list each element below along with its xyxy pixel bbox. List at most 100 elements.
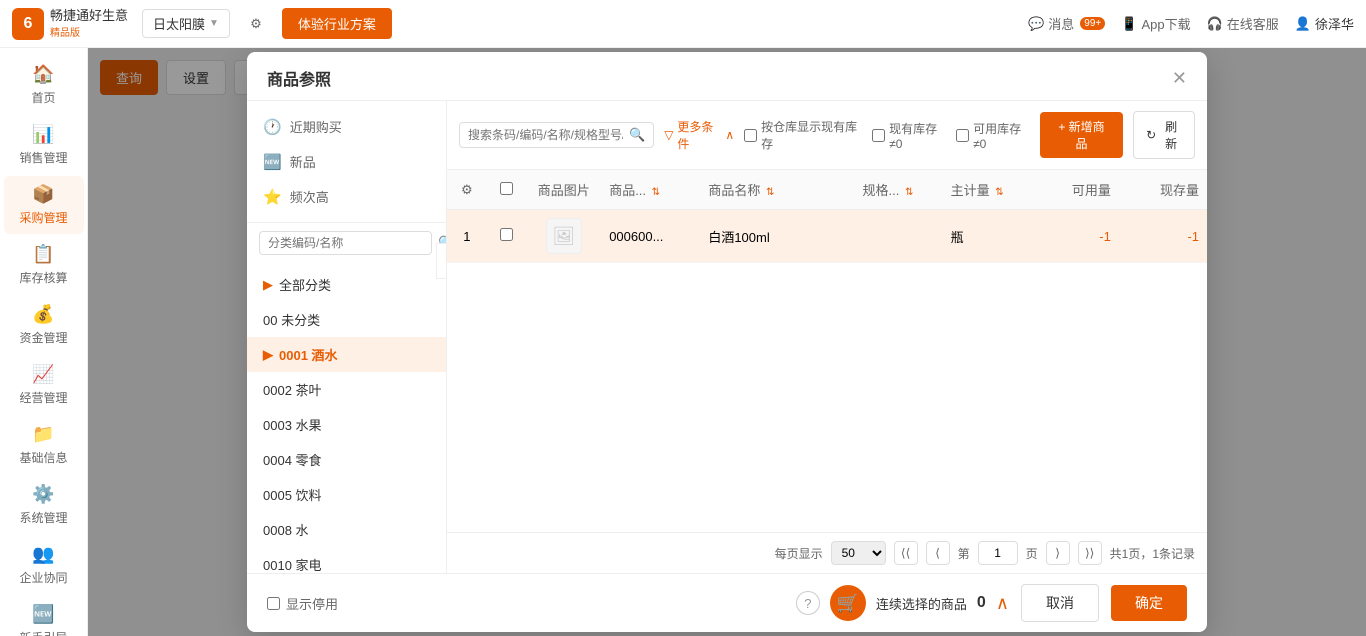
sidebar-item-operations[interactable]: 📈 经营管理 bbox=[4, 356, 84, 414]
system-icon: ⚙️ bbox=[32, 484, 54, 505]
sidebar-item-purchase[interactable]: 📦 采购管理 bbox=[4, 176, 84, 234]
row-unit: 瓶 bbox=[943, 210, 1031, 263]
filter-more-btn[interactable]: ▽ 更多条件 ∧ bbox=[664, 118, 734, 152]
page-suffix: 页 bbox=[1026, 545, 1038, 562]
category-all[interactable]: ▶ 全部分类 bbox=[247, 267, 446, 302]
inventory-icon: 📋 bbox=[32, 244, 54, 265]
col-name[interactable]: 商品名称 ⇅ bbox=[700, 170, 854, 210]
sidebar-label-sales: 销售管理 bbox=[19, 149, 67, 166]
last-page-btn[interactable]: ⟩⟩ bbox=[1078, 541, 1102, 565]
first-page-btn[interactable]: ⟨⟨ bbox=[894, 541, 918, 565]
checkbox-warehouse-stock[interactable]: 按仓库显示现有库存 bbox=[744, 118, 862, 152]
confirm-button[interactable]: 确定 bbox=[1111, 585, 1187, 621]
modal-title: 商品参照 bbox=[267, 66, 331, 90]
app-download-btn[interactable]: 📱 App下载 bbox=[1121, 14, 1190, 33]
sidebar-item-basic-info[interactable]: 📁 基础信息 bbox=[4, 416, 84, 474]
row-code: 000600... bbox=[601, 210, 700, 263]
filter-label: 更多条件 bbox=[677, 118, 721, 152]
col-spec[interactable]: 规格... ⇅ bbox=[855, 170, 943, 210]
modal-header: 商品参照 ✕ bbox=[247, 52, 1207, 101]
sidebar-item-enterprise[interactable]: 👥 企业协同 bbox=[4, 536, 84, 594]
sort-code-icon: ⇅ bbox=[652, 187, 660, 198]
home-icon: 🏠 bbox=[32, 64, 54, 85]
category-fruit[interactable]: 0003 水果 bbox=[247, 407, 446, 442]
settings-icon-btn[interactable]: ⚙ bbox=[240, 8, 272, 40]
left-tab-recent[interactable]: 🕐 近期购买 bbox=[247, 109, 446, 144]
sidebar-item-inventory[interactable]: 📋 库存核算 bbox=[4, 236, 84, 294]
product-search-icon[interactable]: 🔍 bbox=[629, 127, 645, 143]
col-settings[interactable]: ⚙ bbox=[447, 170, 487, 210]
checkbox-current-stock-input[interactable] bbox=[872, 129, 885, 142]
checkbox-warehouse-stock-input[interactable] bbox=[744, 129, 757, 142]
select-all-checkbox[interactable] bbox=[500, 182, 513, 195]
category-alcohol-arrow: ▶ bbox=[263, 347, 273, 363]
page-size-select[interactable]: 50 20 100 bbox=[831, 541, 886, 565]
cancel-button[interactable]: 取消 bbox=[1021, 584, 1099, 622]
page-number-input[interactable] bbox=[978, 541, 1018, 565]
cart-count: 0 bbox=[977, 594, 986, 612]
left-tab-new[interactable]: 🆕 新品 bbox=[247, 144, 446, 179]
category-tea-label: 0002 茶叶 bbox=[263, 380, 322, 399]
messages-btn[interactable]: 💬 消息 99+ bbox=[1028, 14, 1105, 33]
col-avail: 可用量 bbox=[1031, 170, 1119, 210]
col-unit[interactable]: 主计量 ⇅ bbox=[943, 170, 1031, 210]
product-search-input[interactable] bbox=[468, 128, 623, 142]
sidebar-item-finance[interactable]: 💰 资金管理 bbox=[4, 296, 84, 354]
col-code[interactable]: 商品... ⇅ bbox=[601, 170, 700, 210]
messages-badge: 99+ bbox=[1080, 17, 1105, 30]
category-tea[interactable]: 0002 茶叶 bbox=[247, 372, 446, 407]
category-alcohol[interactable]: ▶ 0001 酒水 bbox=[247, 337, 446, 372]
category-drinks[interactable]: 0005 饮料 bbox=[247, 477, 446, 512]
sidebar-item-home[interactable]: 🏠 首页 bbox=[4, 56, 84, 114]
collapse-panel-btn[interactable]: 《 bbox=[436, 243, 447, 279]
help-icon-btn[interactable]: ? bbox=[796, 591, 820, 615]
add-product-btn[interactable]: + 新增商品 bbox=[1040, 112, 1123, 158]
basic-info-icon: 📁 bbox=[32, 424, 54, 445]
modal-close-button[interactable]: ✕ bbox=[1172, 69, 1187, 87]
left-tab-frequent[interactable]: ⭐ 频次高 bbox=[247, 179, 446, 214]
category-search-input[interactable] bbox=[259, 231, 432, 255]
product-search-bar: 🔍 bbox=[459, 122, 654, 148]
sidebar-item-guide[interactable]: 🆕 新手引导 bbox=[4, 596, 84, 636]
prev-page-btn[interactable]: ⟨ bbox=[926, 541, 950, 565]
modal-body: 🕐 近期购买 🆕 新品 ⭐ 频次高 bbox=[247, 101, 1207, 573]
operations-icon: 📈 bbox=[32, 364, 54, 385]
footer-cart-area: ? 🛒 连续选择的商品 0 ∧ bbox=[796, 585, 1009, 621]
add-product-label: + 新增商品 bbox=[1054, 118, 1109, 152]
table-header-row: ⚙ 商品图片 商品... bbox=[447, 170, 1207, 210]
show-disabled-input[interactable] bbox=[267, 597, 280, 610]
sidebar-label-purchase: 采购管理 bbox=[19, 209, 67, 226]
category-snacks[interactable]: 0004 零食 bbox=[247, 442, 446, 477]
category-uncategorized[interactable]: 00 未分类 bbox=[247, 302, 446, 337]
sidebar-label-system: 系统管理 bbox=[19, 509, 67, 526]
next-page-btn[interactable]: ⟩ bbox=[1046, 541, 1070, 565]
user-area[interactable]: 👤 徐泽华 bbox=[1295, 14, 1354, 33]
checkbox-current-stock[interactable]: 现有库存≠0 bbox=[872, 120, 946, 151]
cart-icon-btn[interactable]: 🛒 bbox=[830, 585, 866, 621]
collapse-cart-btn[interactable]: ∧ bbox=[996, 593, 1009, 614]
nav-selector[interactable]: 日太阳膜 ▼ bbox=[142, 9, 230, 38]
category-uncategorized-label: 00 未分类 bbox=[263, 310, 320, 329]
product-table: ⚙ 商品图片 商品... bbox=[447, 170, 1207, 263]
sidebar-item-system[interactable]: ⚙️ 系统管理 bbox=[4, 476, 84, 534]
category-water[interactable]: 0008 水 bbox=[247, 512, 446, 547]
refresh-btn[interactable]: ↻ 刷新 bbox=[1133, 111, 1195, 159]
checkbox-available-stock[interactable]: 可用库存≠0 bbox=[956, 120, 1030, 151]
product-reference-modal: 商品参照 ✕ 🕐 近期购买 🆕 bbox=[247, 52, 1207, 632]
show-disabled-checkbox[interactable]: 显示停用 bbox=[267, 594, 338, 613]
headset-icon: 🎧 bbox=[1207, 16, 1223, 32]
category-all-arrow: ▶ bbox=[263, 277, 273, 293]
frequent-icon: ⭐ bbox=[263, 188, 282, 206]
enterprise-icon: 👥 bbox=[32, 544, 54, 565]
sidebar-item-sales[interactable]: 📊 销售管理 bbox=[4, 116, 84, 174]
main-content: 查询 设置 刷新 商品参照 ✕ bbox=[88, 48, 1366, 636]
cart-label: 连续选择的商品 bbox=[876, 594, 967, 613]
top-nav: 6 畅捷通好生意 精品版 日太阳膜 ▼ ⚙ 体验行业方案 💬 消息 99+ 📱 … bbox=[0, 0, 1366, 48]
checkbox-available-stock-input[interactable] bbox=[956, 129, 969, 142]
table-row[interactable]: 1 🖼 000600... bbox=[447, 210, 1207, 263]
category-appliances[interactable]: 0010 家电 bbox=[247, 547, 446, 573]
online-service-btn[interactable]: 🎧 在线客服 bbox=[1207, 14, 1279, 33]
row-avail: -1 bbox=[1031, 210, 1119, 263]
row-checkbox[interactable] bbox=[500, 228, 513, 241]
cta-button[interactable]: 体验行业方案 bbox=[282, 8, 392, 39]
